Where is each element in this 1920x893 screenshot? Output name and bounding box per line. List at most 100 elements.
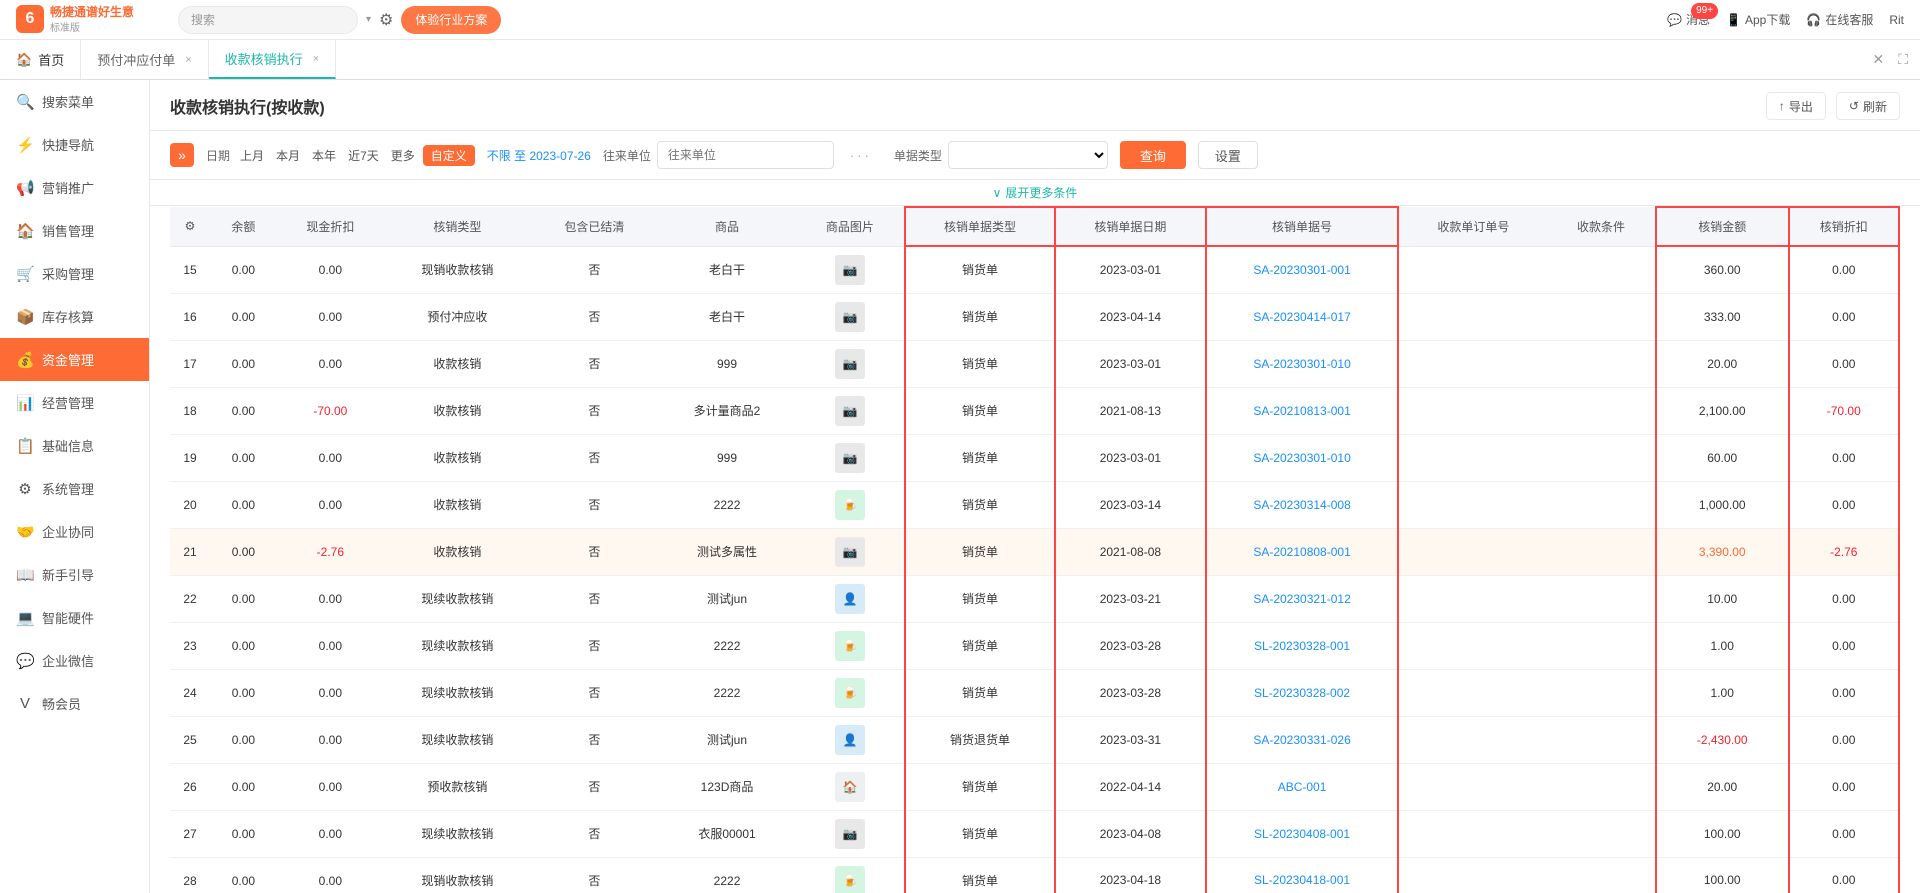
setting-btn[interactable]: 设置: [1198, 141, 1258, 169]
sidebar-item-finance[interactable]: 💰 资金管理: [0, 338, 149, 381]
filter-expand-btn[interactable]: »: [170, 143, 194, 167]
td-bill-type-18: 销货单: [905, 387, 1055, 434]
tab-close-btn[interactable]: ✕: [1868, 47, 1888, 72]
td-balance-24: 0.00: [210, 669, 277, 716]
sidebar-item-guide[interactable]: 📖 新手引导: [0, 553, 149, 596]
td-bill-date-19: 2023-03-01: [1055, 434, 1205, 481]
td-receipt-order-no-26: [1398, 763, 1547, 810]
td-receipt-cond-24: [1547, 669, 1656, 716]
industry-btn[interactable]: 体验行业方案: [401, 6, 501, 34]
td-bill-no-23[interactable]: SL-20230328-001: [1206, 622, 1399, 669]
td-product-img-27: 📷: [796, 810, 905, 857]
export-btn[interactable]: ↑ 导出: [1766, 92, 1826, 120]
td-bill-no-20[interactable]: SA-20230314-008: [1206, 481, 1399, 528]
td-include-cleared-20: 否: [531, 481, 658, 528]
sidebar-system-label: 系统管理: [42, 479, 94, 498]
td-bill-no-21[interactable]: SA-20210808-001: [1206, 528, 1399, 575]
td-bill-no-26[interactable]: ABC-001: [1206, 763, 1399, 810]
date-btn-7days[interactable]: 近7天: [344, 145, 383, 166]
app-download-btn[interactable]: 📱 App下载: [1726, 11, 1790, 28]
td-product-18: 多计量商品2: [658, 387, 796, 434]
td-receipt-cond-22: [1547, 575, 1656, 622]
tab-receipt[interactable]: 收款核销执行 ×: [209, 40, 336, 79]
billtype-select[interactable]: [948, 141, 1108, 169]
expand-more-btn[interactable]: ∨ 展开更多条件: [150, 180, 1920, 205]
top-bar-right: 💬 消息 99+ 📱 App下载 🎧 在线客服 Rit: [1667, 11, 1904, 28]
sidebar-item-marketing[interactable]: 📢 营销推广: [0, 166, 149, 209]
td-bill-no-17[interactable]: SA-20230301-010: [1206, 340, 1399, 387]
date-btn-this-month[interactable]: 本月: [272, 145, 304, 166]
sidebar-item-sales[interactable]: 🏠 销售管理: [0, 209, 149, 252]
purchase-icon: 🛒: [16, 265, 34, 283]
company-input[interactable]: [657, 141, 834, 169]
enterprise-icon: 🤝: [16, 523, 34, 541]
td-product-img-23: 🍺: [796, 622, 905, 669]
td-cash-discount-26: 0.00: [277, 763, 384, 810]
sidebar-item-purchase[interactable]: 🛒 采购管理: [0, 252, 149, 295]
td-receipt-cond-15: [1547, 246, 1656, 293]
td-bill-no-27[interactable]: SL-20230408-001: [1206, 810, 1399, 857]
date-btn-this-year[interactable]: 本年: [308, 145, 340, 166]
sidebar-item-search[interactable]: 🔍 搜索菜单: [0, 80, 149, 123]
sidebar-item-wechat[interactable]: 💬 企业微信: [0, 639, 149, 682]
sidebar-item-basic[interactable]: 📋 基础信息: [0, 424, 149, 467]
td-receipt-cond-18: [1547, 387, 1656, 434]
filter-date-group: 日期 上月 本月 本年 近7天 更多 自定义: [206, 145, 475, 166]
date-range-text: 不限 至 2023-07-26: [487, 147, 591, 164]
td-bill-no-18[interactable]: SA-20210813-001: [1206, 387, 1399, 434]
sidebar-item-inventory[interactable]: 📦 库存核算: [0, 295, 149, 338]
sidebar-enterprise-label: 企业协同: [42, 522, 94, 541]
th-gear[interactable]: ⚙: [170, 207, 210, 246]
finance-icon: 💰: [16, 351, 34, 369]
query-btn[interactable]: 查询: [1120, 141, 1186, 169]
td-bill-no-25[interactable]: SA-20230331-026: [1206, 716, 1399, 763]
td-include-cleared-21: 否: [531, 528, 658, 575]
td-bill-no-28[interactable]: SL-20230418-001: [1206, 857, 1399, 893]
date-btn-custom[interactable]: 自定义: [423, 145, 475, 166]
app-logo-icon: 6: [16, 5, 44, 33]
td-bill-type-28: 销货单: [905, 857, 1055, 893]
th-bill-date: 核销单据日期: [1055, 207, 1205, 246]
sidebar-item-business[interactable]: 📊 经营管理: [0, 381, 149, 424]
td-bill-no-16[interactable]: SA-20230414-017: [1206, 293, 1399, 340]
td-bill-no-19[interactable]: SA-20230301-010: [1206, 434, 1399, 481]
user-name-btn[interactable]: Rit: [1889, 13, 1904, 27]
sales-icon: 🏠: [16, 222, 34, 240]
online-support-btn[interactable]: 🎧 在线客服: [1806, 11, 1873, 28]
sidebar-item-enterprise[interactable]: 🤝 企业协同: [0, 510, 149, 553]
td-bill-type-25: 销货退货单: [905, 716, 1055, 763]
tab-receipt-close-icon[interactable]: ×: [313, 53, 319, 65]
td-bill-no-22[interactable]: SA-20230321-012: [1206, 575, 1399, 622]
td-verify-discount-26: 0.00: [1789, 763, 1899, 810]
tab-prepay[interactable]: 预付冲应付单 ×: [81, 40, 208, 79]
td-product-24: 2222: [658, 669, 796, 716]
tab-prepay-close-icon[interactable]: ×: [185, 54, 191, 66]
sidebar-search-label: 搜索菜单: [42, 92, 94, 111]
tab-maximize-btn[interactable]: ⛶: [1894, 47, 1912, 72]
notification-btn[interactable]: 💬 消息 99+: [1667, 11, 1710, 28]
search-trigger[interactable]: 搜索: [178, 6, 358, 34]
date-btn-more[interactable]: 更多: [387, 145, 419, 166]
user-name-text: Rit: [1889, 13, 1904, 27]
td-include-cleared-28: 否: [531, 857, 658, 893]
sidebar-item-shortcut[interactable]: ⚡ 快捷导航: [0, 123, 149, 166]
td-product-25: 测试jun: [658, 716, 796, 763]
td-bill-type-23: 销货单: [905, 622, 1055, 669]
td-bill-date-25: 2023-03-31: [1055, 716, 1205, 763]
content-area: 收款核销执行(按收款) ↑ 导出 ↺ 刷新 » 日期 上月: [150, 80, 1920, 893]
td-verify-amount-22: 10.00: [1656, 575, 1789, 622]
td-bill-no-15[interactable]: SA-20230301-001: [1206, 246, 1399, 293]
date-btn-last-month[interactable]: 上月: [236, 145, 268, 166]
tab-home[interactable]: 🏠 首页: [0, 40, 81, 79]
search-menu-icon: 🔍: [16, 93, 34, 111]
td-bill-no-24[interactable]: SL-20230328-002: [1206, 669, 1399, 716]
sidebar-item-hardware[interactable]: 💻 智能硬件: [0, 596, 149, 639]
sidebar-item-vip[interactable]: V 畅会员: [0, 682, 149, 725]
gear-icon[interactable]: ⚙: [379, 10, 393, 30]
refresh-btn[interactable]: ↺ 刷新: [1836, 92, 1900, 120]
td-bill-date-28: 2023-04-18: [1055, 857, 1205, 893]
td-receipt-cond-19: [1547, 434, 1656, 481]
td-verify-amount-19: 60.00: [1656, 434, 1789, 481]
td-cash-discount-16: 0.00: [277, 293, 384, 340]
sidebar-item-system[interactable]: ⚙ 系统管理: [0, 467, 149, 510]
